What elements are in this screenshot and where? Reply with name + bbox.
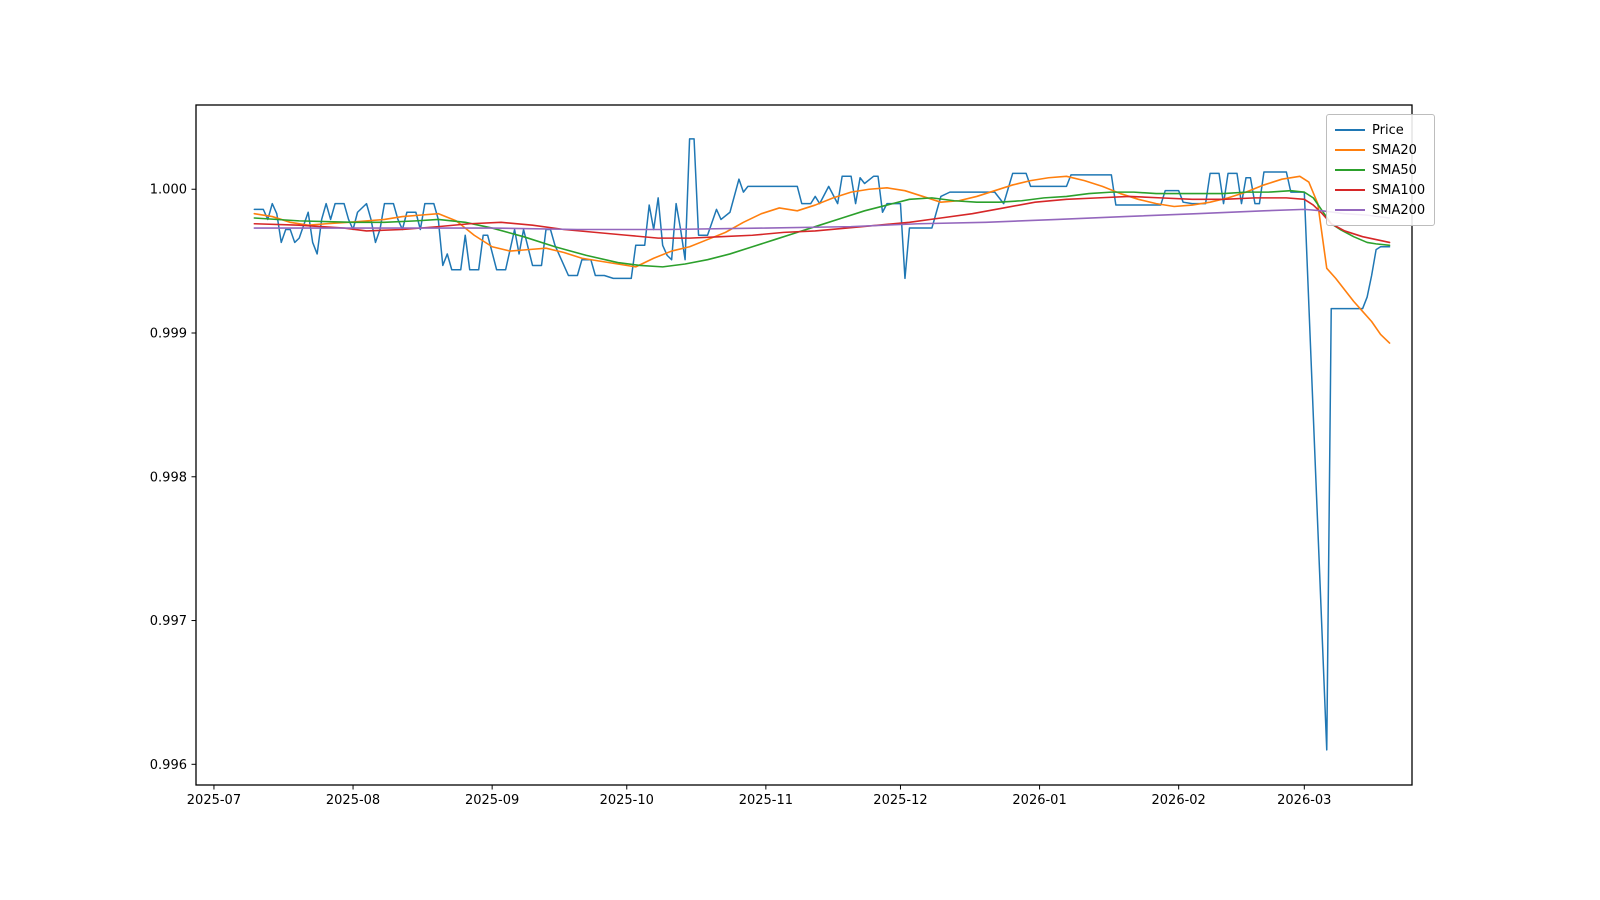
legend-item-sma20: SMA20 — [1335, 140, 1425, 160]
legend-label: SMA20 — [1372, 142, 1417, 158]
legend-line-sample — [1335, 189, 1365, 191]
figure: 2025-07 2025-08 2025-09 2025-10 2025-11 2025-… — [0, 0, 1600, 900]
x-axis: 2025-07 2025-08 2025-09 2025-10 2025-11 2025-… — [187, 785, 1331, 808]
x-tick-label: 2025-12 — [873, 793, 927, 808]
plot-spines — [195, 104, 1413, 786]
legend-item-sma100: SMA100 — [1335, 180, 1425, 200]
legend-label: SMA200 — [1372, 202, 1426, 218]
legend-item-sma200: SMA200 — [1335, 200, 1425, 220]
sma200-line — [253, 208, 1391, 231]
y-tick-label: 0.998 — [150, 470, 187, 485]
y-tick-label: 0.997 — [150, 614, 187, 629]
legend-label: Price — [1372, 122, 1404, 138]
legend-label: SMA100 — [1372, 182, 1426, 198]
y-axis: 1.000 0.999 0.998 0.997 0.996 — [150, 183, 196, 773]
series-group — [253, 138, 1391, 751]
legend-item-price: Price — [1335, 120, 1425, 140]
legend-line-sample — [1335, 129, 1365, 131]
legend-line-sample — [1335, 149, 1365, 151]
x-tick-label: 2025-10 — [600, 793, 654, 808]
legend-line-sample — [1335, 169, 1365, 171]
legend-line-sample — [1335, 209, 1365, 211]
x-tick-label: 2026-01 — [1012, 793, 1066, 808]
y-tick-label: 1.000 — [150, 183, 187, 198]
sma20-line — [253, 175, 1391, 344]
x-tick-label: 2025-09 — [465, 793, 519, 808]
x-tick-label: 2025-11 — [739, 793, 793, 808]
y-tick-label: 0.999 — [150, 327, 187, 342]
x-tick-label: 2026-03 — [1277, 793, 1331, 808]
x-tick-label: 2025-07 — [187, 793, 241, 808]
x-tick-label: 2025-08 — [326, 793, 380, 808]
legend: Price SMA20 SMA50 SMA100 SMA200 — [1326, 114, 1436, 226]
legend-item-sma50: SMA50 — [1335, 160, 1425, 180]
x-tick-label: 2026-02 — [1152, 793, 1206, 808]
legend-label: SMA50 — [1372, 162, 1417, 178]
y-tick-label: 0.996 — [150, 758, 187, 773]
